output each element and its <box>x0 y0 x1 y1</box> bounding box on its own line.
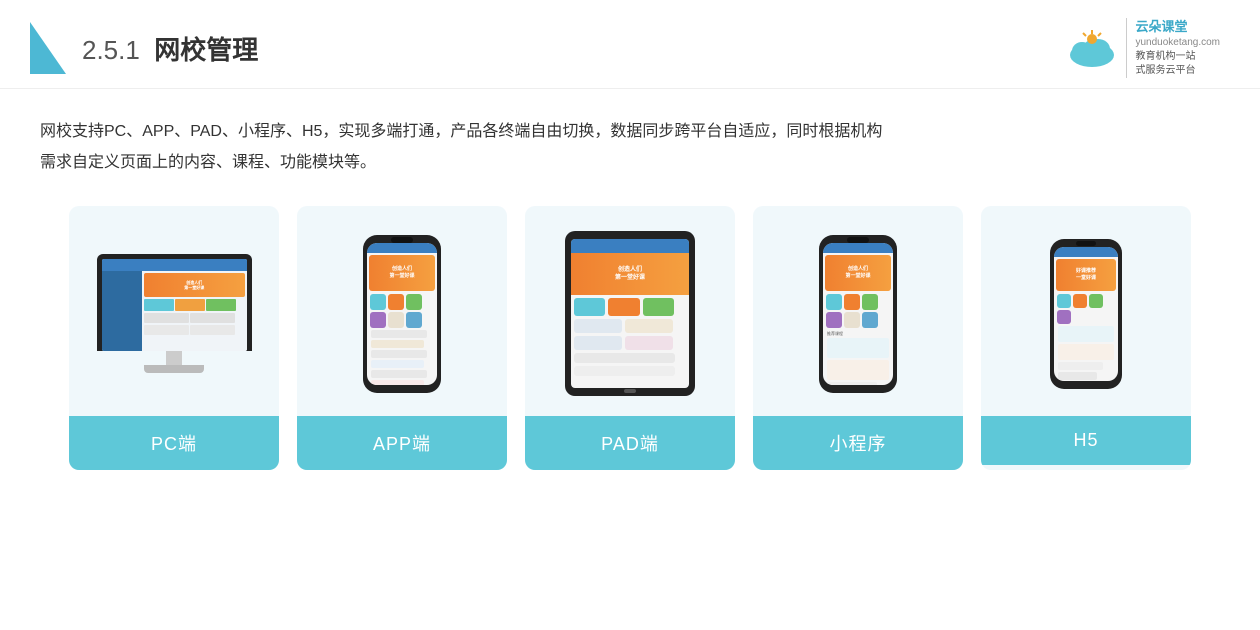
page-title: 2.5.1 网校管理 <box>82 30 258 67</box>
description-text: 网校支持PC、APP、PAD、小程序、H5，实现多端打通，产品各终端自由切换，数… <box>40 117 1220 178</box>
card-pc: 创造人们第一堂好课 <box>69 206 279 470</box>
card-h5-label: H5 <box>981 416 1191 465</box>
card-app: 创造人们第一堂好课 <box>297 206 507 470</box>
description-block: 网校支持PC、APP、PAD、小程序、H5，实现多端打通，产品各终端自由切换，数… <box>0 89 1260 178</box>
card-pc-label: PC端 <box>69 416 279 470</box>
card-pad: 创造人们第一堂好课 <box>525 206 735 470</box>
brand-cloud-svg <box>1066 27 1118 69</box>
phone-mockup-miniprogram: 创造人们第一堂好课 <box>819 235 897 393</box>
card-pad-image: 创造人们第一堂好课 <box>525 206 735 416</box>
card-h5-image: 好课推荐一堂好课 <box>981 206 1191 416</box>
platform-cards-section: 创造人们第一堂好课 <box>0 178 1260 500</box>
header-left: 2.5.1 网校管理 <box>30 22 258 74</box>
phone-mockup-h5: 好课推荐一堂好课 <box>1050 239 1122 389</box>
phone-mockup-app: 创造人们第一堂好课 <box>363 235 441 393</box>
brand-logo: 云朵课堂 yunduoketang.com 教育机构一站 式服务云平台 <box>1066 18 1220 78</box>
page-header: 2.5.1 网校管理 云朵课堂 yunduoketang.com <box>0 0 1260 89</box>
monitor-mockup: 创造人们第一堂好课 <box>94 254 254 373</box>
card-pad-label: PAD端 <box>525 416 735 470</box>
logo-icon <box>30 22 66 74</box>
card-miniprogram: 创造人们第一堂好课 <box>753 206 963 470</box>
page-wrapper: 2.5.1 网校管理 云朵课堂 yunduoketang.com <box>0 0 1260 630</box>
card-app-image: 创造人们第一堂好课 <box>297 206 507 416</box>
brand-text-block: 云朵课堂 yunduoketang.com 教育机构一站 式服务云平台 <box>1126 18 1220 78</box>
card-app-label: APP端 <box>297 416 507 470</box>
tablet-mockup: 创造人们第一堂好课 <box>565 231 695 396</box>
card-miniprogram-image: 创造人们第一堂好课 <box>753 206 963 416</box>
card-h5: 好课推荐一堂好课 <box>981 206 1191 470</box>
card-miniprogram-label: 小程序 <box>753 416 963 470</box>
card-pc-image: 创造人们第一堂好课 <box>69 206 279 416</box>
